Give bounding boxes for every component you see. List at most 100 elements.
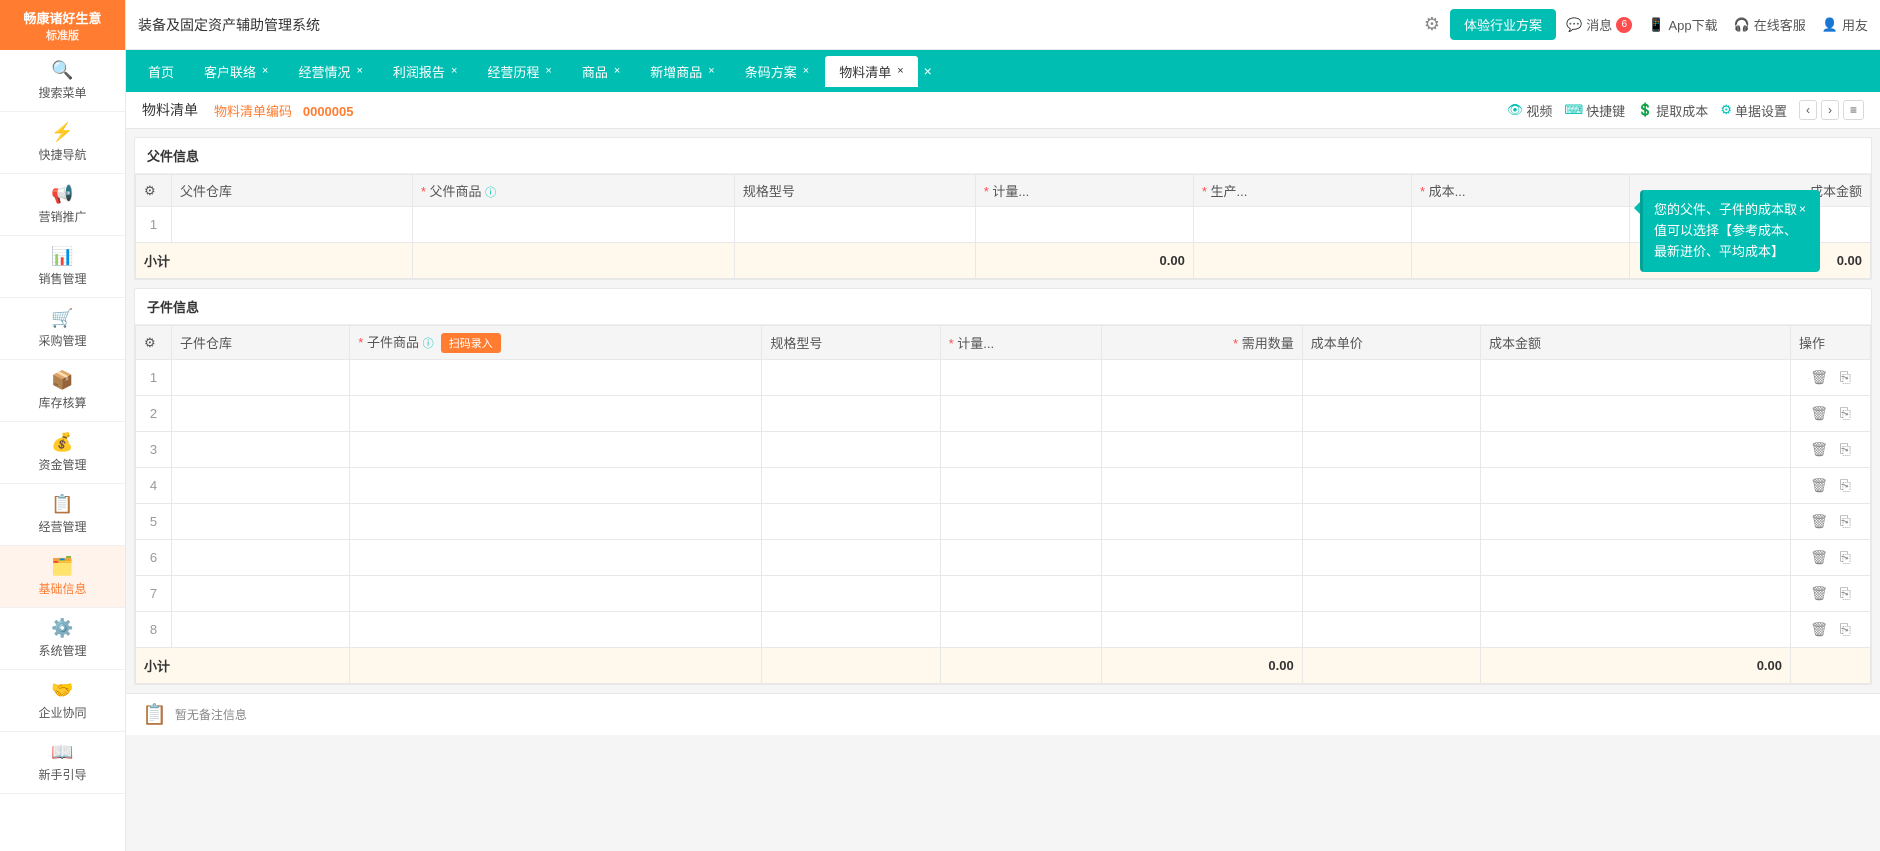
child-amount-1[interactable] bbox=[1480, 360, 1790, 396]
child-delete-7[interactable]: 🗑 bbox=[1806, 585, 1832, 601]
child-spec-2[interactable] bbox=[762, 396, 940, 432]
sidebar-item-purchase[interactable]: 🛒 采购管理 bbox=[0, 298, 125, 360]
online-service-button[interactable]: 🎧 在线客服 bbox=[1734, 15, 1806, 34]
child-unit-1[interactable] bbox=[940, 360, 1101, 396]
child-copy-3[interactable]: ⎘ bbox=[1836, 441, 1855, 457]
user-menu[interactable]: 👤 用友 bbox=[1822, 15, 1868, 34]
child-unit-cost-3[interactable] bbox=[1302, 432, 1480, 468]
settings-icon[interactable]: ⚙ bbox=[1424, 14, 1440, 35]
child-delete-6[interactable]: 🗑 bbox=[1806, 549, 1832, 565]
tab-close-operation_status[interactable]: × bbox=[356, 65, 362, 77]
child-warehouse-7[interactable] bbox=[172, 576, 350, 612]
view-action[interactable]: 👁 视频 bbox=[1507, 101, 1553, 120]
child-unit-7[interactable] bbox=[940, 576, 1101, 612]
parent-goods-1[interactable] bbox=[412, 207, 734, 243]
nav-tab-barcode[interactable]: 条码方案× bbox=[731, 56, 823, 87]
child-unit-cost-7[interactable] bbox=[1302, 576, 1480, 612]
child-qty-3[interactable] bbox=[1102, 432, 1303, 468]
child-warehouse-2[interactable] bbox=[172, 396, 350, 432]
nav-tab-operation_status[interactable]: 经营情况× bbox=[284, 56, 376, 87]
tab-close-history[interactable]: × bbox=[545, 65, 551, 77]
child-spec-8[interactable] bbox=[762, 612, 940, 648]
child-copy-1[interactable]: ⎘ bbox=[1836, 369, 1855, 385]
child-warehouse-4[interactable] bbox=[172, 468, 350, 504]
sidebar-item-quicknav[interactable]: ⚡ 快捷导航 bbox=[0, 112, 125, 174]
child-copy-7[interactable]: ⎘ bbox=[1836, 585, 1855, 601]
sidebar-item-basic[interactable]: 🗂️ 基础信息 bbox=[0, 546, 125, 608]
child-qty-8[interactable] bbox=[1102, 612, 1303, 648]
child-goods-7[interactable] bbox=[350, 576, 762, 612]
child-delete-2[interactable]: 🗑 bbox=[1806, 405, 1832, 421]
bottom-icon[interactable]: 📋 bbox=[142, 702, 167, 727]
child-qty-1[interactable] bbox=[1102, 360, 1303, 396]
sidebar-item-operation[interactable]: 📋 经营管理 bbox=[0, 484, 125, 546]
child-unit-8[interactable] bbox=[940, 612, 1101, 648]
child-spec-7[interactable] bbox=[762, 576, 940, 612]
child-goods-8[interactable] bbox=[350, 612, 762, 648]
parent-unit-1[interactable] bbox=[975, 207, 1193, 243]
trial-button[interactable]: 体验行业方案 bbox=[1450, 9, 1556, 40]
nav-tab-bom[interactable]: 物料清单× bbox=[825, 56, 917, 87]
child-goods-5[interactable] bbox=[350, 504, 762, 540]
child-goods-info-icon[interactable]: ⓘ bbox=[423, 338, 434, 350]
sidebar-item-guide[interactable]: 📖 新手引导 bbox=[0, 732, 125, 794]
child-copy-4[interactable]: ⎘ bbox=[1836, 477, 1855, 493]
child-amount-6[interactable] bbox=[1480, 540, 1790, 576]
child-warehouse-8[interactable] bbox=[172, 612, 350, 648]
nav-tab-goods[interactable]: 商品× bbox=[568, 56, 634, 87]
child-spec-3[interactable] bbox=[762, 432, 940, 468]
child-warehouse-6[interactable] bbox=[172, 540, 350, 576]
child-copy-6[interactable]: ⎘ bbox=[1836, 549, 1855, 565]
nav-tab-home[interactable]: 首页 bbox=[134, 56, 188, 87]
child-goods-3[interactable] bbox=[350, 432, 762, 468]
sidebar-item-system[interactable]: ⚙️ 系统管理 bbox=[0, 608, 125, 670]
nav-tab-customer[interactable]: 客户联络× bbox=[190, 56, 282, 87]
tooltip-close-button[interactable]: × bbox=[1799, 200, 1806, 219]
tab-close-profit[interactable]: × bbox=[451, 65, 457, 77]
child-spec-4[interactable] bbox=[762, 468, 940, 504]
child-unit-cost-4[interactable] bbox=[1302, 468, 1480, 504]
next-page-button[interactable]: › bbox=[1821, 100, 1839, 120]
child-unit-cost-6[interactable] bbox=[1302, 540, 1480, 576]
nav-tab-history[interactable]: 经营历程× bbox=[473, 56, 565, 87]
child-qty-4[interactable] bbox=[1102, 468, 1303, 504]
child-warehouse-5[interactable] bbox=[172, 504, 350, 540]
child-amount-5[interactable] bbox=[1480, 504, 1790, 540]
child-amount-7[interactable] bbox=[1480, 576, 1790, 612]
sidebar-item-marketing[interactable]: 📢 营销推广 bbox=[0, 174, 125, 236]
child-delete-3[interactable]: 🗑 bbox=[1806, 441, 1832, 457]
shortcut-action[interactable]: ⌨ 快捷键 bbox=[1564, 101, 1625, 120]
child-warehouse-3[interactable] bbox=[172, 432, 350, 468]
child-copy-5[interactable]: ⎘ bbox=[1836, 513, 1855, 529]
child-unit-2[interactable] bbox=[940, 396, 1101, 432]
tab-close-barcode[interactable]: × bbox=[803, 65, 809, 77]
scan-input-button[interactable]: 扫码录入 bbox=[441, 333, 501, 353]
child-goods-2[interactable] bbox=[350, 396, 762, 432]
child-unit-cost-1[interactable] bbox=[1302, 360, 1480, 396]
parent-col-settings[interactable]: ⚙ bbox=[136, 175, 172, 207]
child-unit-3[interactable] bbox=[940, 432, 1101, 468]
nav-tab-profit[interactable]: 利润报告× bbox=[379, 56, 471, 87]
child-col-settings[interactable]: ⚙ bbox=[136, 326, 172, 360]
child-amount-2[interactable] bbox=[1480, 396, 1790, 432]
list-view-button[interactable]: ≡ bbox=[1843, 100, 1864, 120]
child-amount-8[interactable] bbox=[1480, 612, 1790, 648]
child-qty-6[interactable] bbox=[1102, 540, 1303, 576]
goods-info-icon[interactable]: ⓘ bbox=[485, 187, 496, 199]
child-goods-4[interactable] bbox=[350, 468, 762, 504]
nav-tab-new_goods[interactable]: 新增商品× bbox=[636, 56, 728, 87]
child-qty-5[interactable] bbox=[1102, 504, 1303, 540]
child-spec-5[interactable] bbox=[762, 504, 940, 540]
parent-spec-1[interactable] bbox=[734, 207, 975, 243]
tab-close-bom[interactable]: × bbox=[897, 65, 903, 77]
child-unit-cost-2[interactable] bbox=[1302, 396, 1480, 432]
child-unit-cost-8[interactable] bbox=[1302, 612, 1480, 648]
child-unit-4[interactable] bbox=[940, 468, 1101, 504]
sidebar-item-finance[interactable]: 💰 资金管理 bbox=[0, 422, 125, 484]
child-qty-7[interactable] bbox=[1102, 576, 1303, 612]
tab-close-new_goods[interactable]: × bbox=[708, 65, 714, 77]
child-unit-6[interactable] bbox=[940, 540, 1101, 576]
child-delete-1[interactable]: 🗑 bbox=[1806, 369, 1832, 385]
sidebar-item-sales[interactable]: 📊 销售管理 bbox=[0, 236, 125, 298]
child-delete-4[interactable]: 🗑 bbox=[1806, 477, 1832, 493]
